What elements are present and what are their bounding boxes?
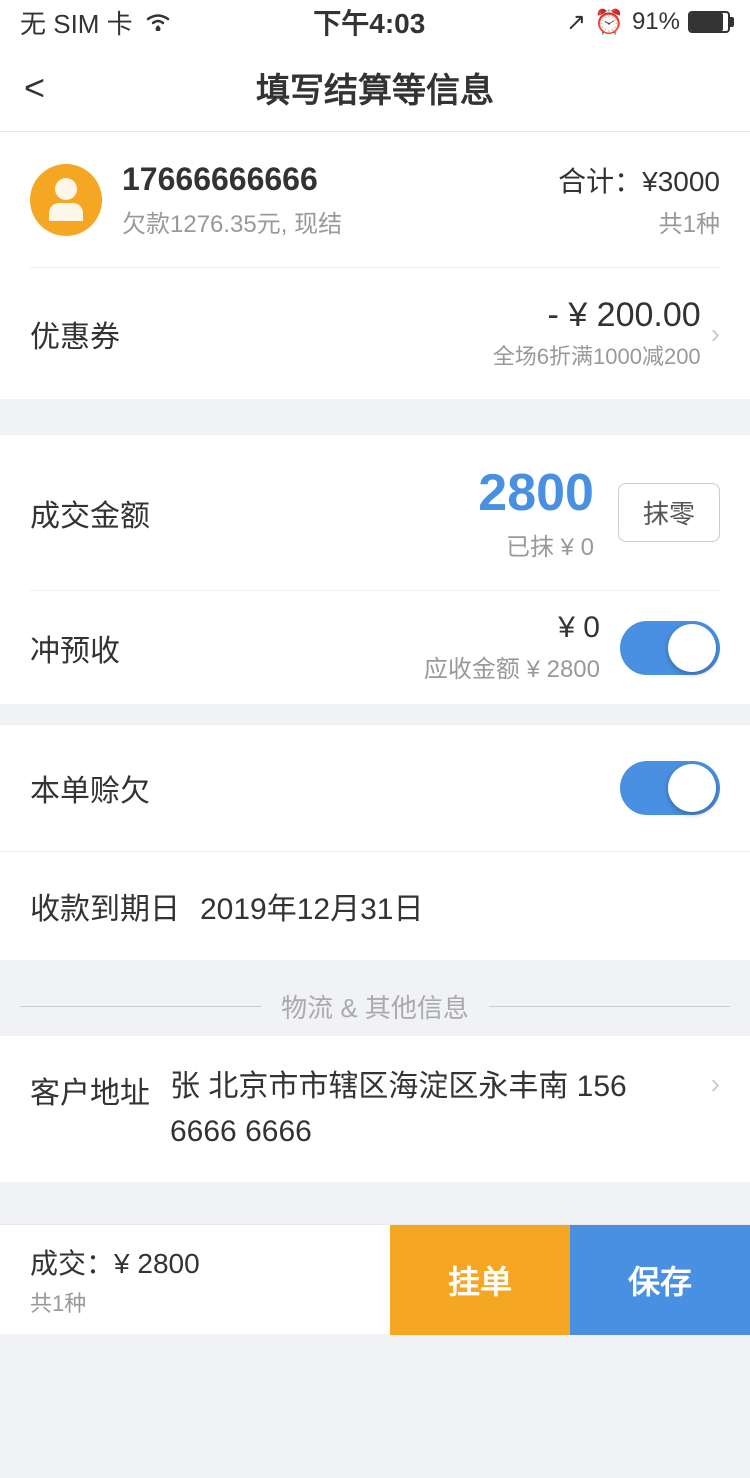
address-label: 客户地址 (30, 1064, 150, 1112)
coupon-right-block: - ¥ 200.00 全场6折满1000减200 (493, 296, 701, 371)
prepay-toggle[interactable] (620, 621, 720, 675)
bottom-info: 成交：¥ 2800 共1种 (0, 1242, 390, 1318)
status-right: ↗ ⏰ 91% (566, 8, 730, 37)
customer-section: 17666666666 欠款1276.35元, 现结 合计：¥3000 共1种 … (0, 132, 750, 399)
coupon-label: 优惠券 (30, 312, 120, 356)
status-left: 无 SIM 卡 (20, 4, 173, 41)
logistics-label: 物流 & 其他信息 (281, 988, 469, 1025)
logistics-line-left (20, 1006, 261, 1007)
customer-info: 17666666666 欠款1276.35元, 现结 (122, 161, 342, 239)
carrier-label: 无 SIM 卡 (20, 4, 133, 41)
prepay-right: ¥ 0 应收金额 ¥ 2800 (424, 611, 720, 684)
gray-separator-1 (0, 415, 750, 435)
bottom-trade-value: ¥ 2800 (114, 1248, 200, 1279)
back-button[interactable]: < (24, 67, 45, 109)
hang-button[interactable]: 挂单 (390, 1225, 570, 1335)
duedate-label: 收款到期日 (30, 884, 180, 928)
avatar (30, 164, 102, 236)
debt-row: 本单赊欠 (0, 724, 750, 851)
amount-section: 成交金额 2800 已抹 ¥ 0 抹零 冲预收 ¥ 0 应收金额 ¥ 2800 (0, 435, 750, 704)
address-row[interactable]: 客户地址 张 北京市市辖区海淀区永丰南 156 6666 6666 › (0, 1036, 750, 1182)
bottom-count: 共1种 (30, 1286, 360, 1318)
person-head (55, 178, 77, 200)
save-button[interactable]: 保存 (570, 1225, 750, 1335)
toggle-knob (668, 624, 716, 672)
prepay-label: 冲预收 (30, 626, 120, 670)
customer-debt-info: 欠款1276.35元, 现结 (122, 204, 342, 239)
bottom-trade-label: 成交： (30, 1248, 114, 1279)
customer-right: 合计：¥3000 共1种 (558, 160, 720, 239)
address-value: 张 北京市市辖区海淀区永丰南 156 6666 6666 (170, 1064, 701, 1154)
page-title: 填写结算等信息 (256, 63, 494, 112)
coupon-row[interactable]: 优惠券 - ¥ 200.00 全场6折满1000减200 › (0, 268, 750, 399)
trade-amount-label: 成交金额 (30, 491, 150, 535)
address-chevron-icon: › (711, 1064, 720, 1100)
logistics-separator: 物流 & 其他信息 (0, 976, 750, 1036)
prepay-row: 冲预收 ¥ 0 应收金额 ¥ 2800 (0, 591, 750, 704)
location-icon: ↗ (566, 8, 586, 37)
customer-row: 17666666666 欠款1276.35元, 现结 合计：¥3000 共1种 (0, 132, 750, 267)
alarm-icon: ⏰ (594, 8, 624, 37)
battery-icon (688, 11, 730, 33)
order-count: 共1种 (558, 204, 720, 239)
debt-toggle-knob (668, 764, 716, 812)
coupon-desc: 全场6折满1000减200 (493, 339, 701, 371)
debt-section: 本单赊欠 收款到期日 2019年12月31日 (0, 724, 750, 960)
bottom-bar: 成交：¥ 2800 共1种 挂单 保存 (0, 1224, 750, 1334)
trade-amount-value: 2800 (478, 463, 594, 523)
customer-left: 17666666666 欠款1276.35元, 现结 (30, 161, 342, 239)
round-button[interactable]: 抹零 (618, 483, 720, 542)
debt-label: 本单赊欠 (30, 766, 150, 810)
customer-phone: 17666666666 (122, 161, 342, 198)
order-total: 合计：¥3000 (558, 160, 720, 200)
status-time: 下午4:03 (313, 2, 425, 42)
logistics-line-right (489, 1006, 730, 1007)
gray-separator-2 (0, 704, 750, 724)
prepay-value-block: ¥ 0 应收金额 ¥ 2800 (424, 611, 600, 684)
coupon-chevron-icon: › (711, 318, 720, 350)
bottom-trade-amount: 成交：¥ 2800 (30, 1242, 360, 1282)
nav-bar: < 填写结算等信息 (0, 44, 750, 132)
person-body (49, 203, 83, 221)
amount-right: 2800 已抹 ¥ 0 抹零 (478, 463, 720, 562)
person-icon (49, 178, 83, 221)
status-bar: 无 SIM 卡 下午4:03 ↗ ⏰ 91% (0, 0, 750, 44)
prepay-receivable: 应收金额 ¥ 2800 (424, 649, 600, 684)
duedate-value: 2019年12月31日 (200, 884, 423, 928)
trade-amount-sub: 已抹 ¥ 0 (478, 527, 594, 562)
trade-amount-row: 成交金额 2800 已抹 ¥ 0 抹零 (0, 435, 750, 590)
amount-value-block: 2800 已抹 ¥ 0 (478, 463, 594, 562)
prepay-amount: ¥ 0 (424, 611, 600, 645)
duedate-row: 收款到期日 2019年12月31日 (0, 851, 750, 960)
address-section: 客户地址 张 北京市市辖区海淀区永丰南 156 6666 6666 › (0, 1036, 750, 1182)
debt-toggle[interactable] (620, 761, 720, 815)
wifi-icon (143, 7, 173, 38)
battery-percent: 91% (632, 8, 680, 36)
coupon-amount: - ¥ 200.00 (493, 296, 701, 335)
